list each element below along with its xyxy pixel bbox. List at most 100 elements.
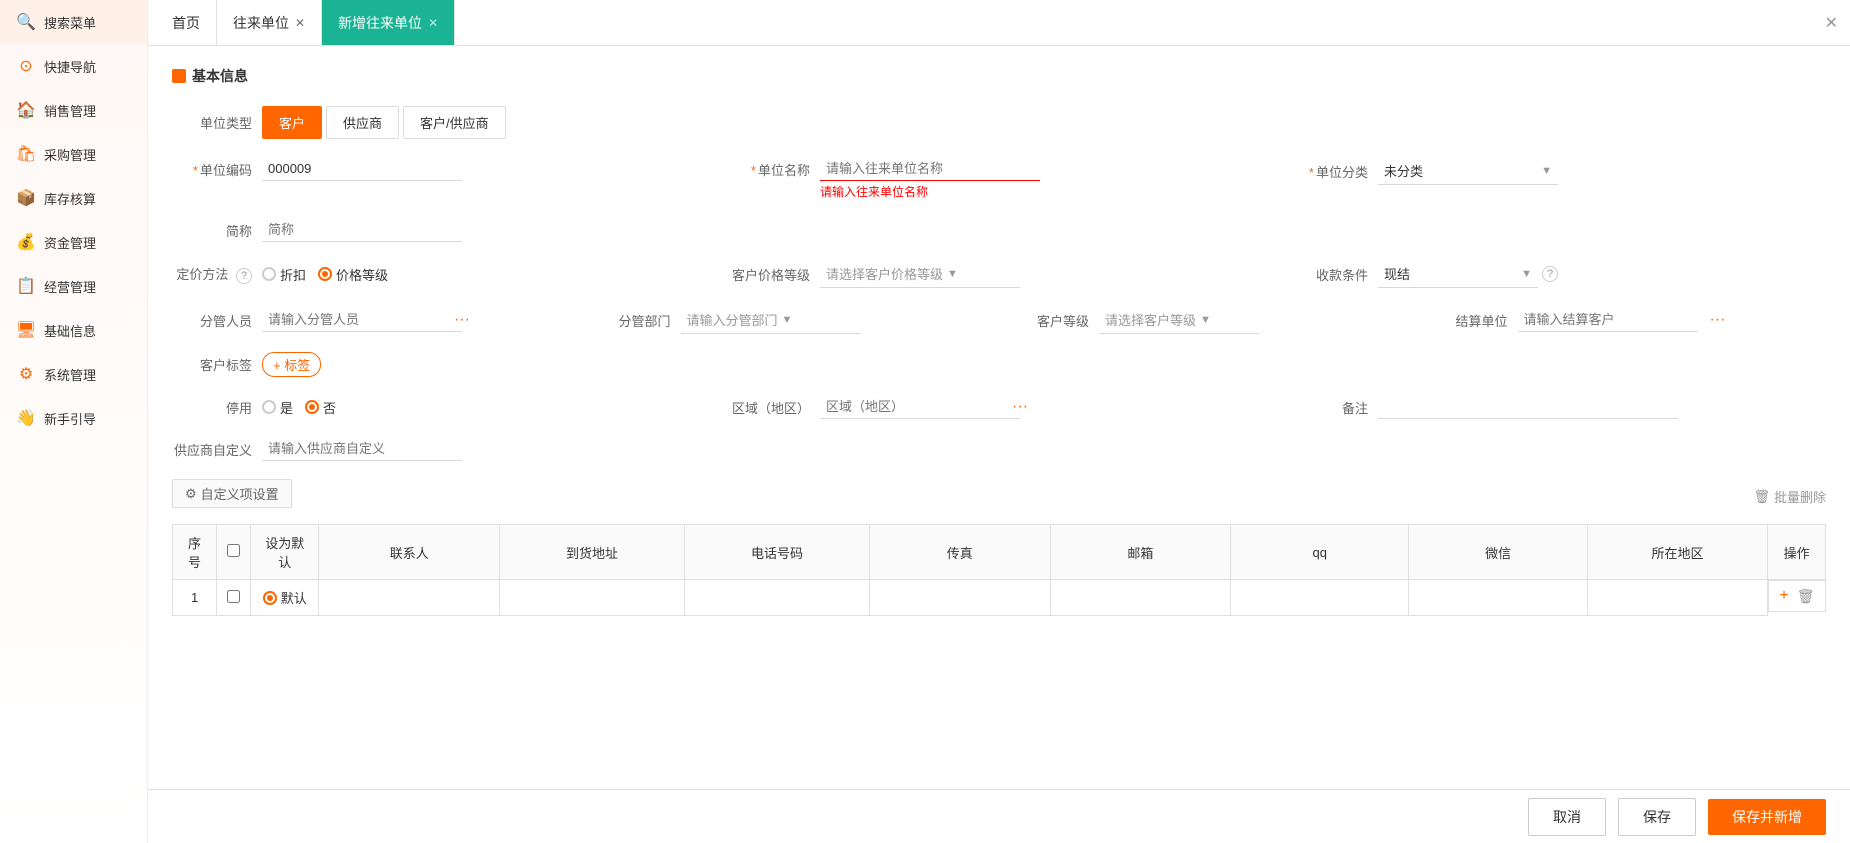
sidebar-item-system[interactable]: ⚙ 系统管理 bbox=[0, 352, 147, 396]
phone-input[interactable] bbox=[695, 586, 859, 609]
region-extra-btn[interactable]: ··· bbox=[1008, 398, 1032, 416]
abbr-label: 简称 bbox=[172, 221, 262, 240]
row-checkbox-cell bbox=[217, 580, 251, 616]
unit-type-customer-btn[interactable]: 客户 bbox=[262, 106, 322, 139]
row-default-radio-circle bbox=[263, 591, 277, 605]
sidebar-item-search[interactable]: 🔍 搜索菜单 bbox=[0, 0, 147, 44]
inventory-icon: 📦 bbox=[16, 188, 36, 208]
pricing-discount-radio-circle bbox=[262, 267, 276, 281]
sidebar-item-basic-info[interactable]: 🖥 基础信息 bbox=[0, 308, 147, 352]
pricing-discount-radio[interactable]: 折扣 bbox=[262, 265, 306, 284]
unit-type-label: 单位类型 bbox=[172, 113, 262, 132]
code-name-category-row: *单位编码 *单位名称 请输入往来单位名称 *单位分类 未分类 ▼ bbox=[172, 157, 1826, 200]
window-close-button[interactable]: ✕ bbox=[1825, 13, 1838, 33]
unit-type-btn-group: 客户 供应商 客户/供应商 bbox=[262, 106, 506, 139]
operations-icon: 📋 bbox=[16, 276, 36, 296]
settlement-extra-btn[interactable]: ··· bbox=[1706, 311, 1730, 329]
custom-settings-button[interactable]: ⚙ 自定义项设置 bbox=[172, 479, 292, 508]
tab-partners[interactable]: 往来单位 ✕ bbox=[217, 0, 322, 45]
wechat-input[interactable] bbox=[1419, 586, 1576, 609]
tab-new-partner-close[interactable]: ✕ bbox=[428, 16, 438, 30]
customer-level-arrow-icon: ▼ bbox=[1200, 314, 1211, 326]
purchase-icon: 🛍 bbox=[16, 144, 36, 164]
col-wechat: 微信 bbox=[1409, 525, 1587, 580]
col-email: 邮箱 bbox=[1050, 525, 1231, 580]
sidebar-item-operations[interactable]: 📋 经营管理 bbox=[0, 264, 147, 308]
customer-price-level-label: 客户价格等级 bbox=[730, 265, 820, 284]
sidebar-item-quick-nav[interactable]: ⊙ 快捷导航 bbox=[0, 44, 147, 88]
unit-name-input[interactable] bbox=[820, 157, 1040, 181]
col-checkbox bbox=[217, 525, 251, 580]
pricing-level-radio[interactable]: 价格等级 bbox=[318, 265, 388, 284]
save-button[interactable]: 保存 bbox=[1618, 798, 1696, 836]
sales-icon: 🏠 bbox=[16, 100, 36, 120]
region-input[interactable] bbox=[820, 395, 1008, 418]
disable-no-radio[interactable]: 否 bbox=[305, 398, 336, 417]
sidebar-item-inventory[interactable]: 📦 库存核算 bbox=[0, 176, 147, 220]
save-new-button[interactable]: 保存并新增 bbox=[1708, 799, 1826, 835]
sidebar-item-purchase[interactable]: 🛍 采购管理 bbox=[0, 132, 147, 176]
contact-input[interactable] bbox=[329, 586, 489, 609]
pricing-help-icon[interactable]: ? bbox=[236, 268, 252, 284]
col-address: 到货地址 bbox=[500, 525, 685, 580]
dept-select[interactable]: 请输入分管部门 ▼ bbox=[681, 306, 861, 334]
payment-terms-select[interactable]: 现结 ▼ bbox=[1378, 260, 1538, 288]
row-contact-cell bbox=[319, 580, 500, 616]
disable-radio-group: 是 否 bbox=[262, 398, 336, 417]
system-icon: ⚙ bbox=[16, 364, 36, 384]
disable-yes-radio[interactable]: 是 bbox=[262, 398, 293, 417]
abbr-input[interactable] bbox=[262, 218, 462, 242]
row-email-cell bbox=[1050, 580, 1231, 616]
settlement-unit-input[interactable] bbox=[1518, 308, 1706, 331]
row-delete-btn[interactable]: 🗑 bbox=[1797, 588, 1815, 605]
remark-input[interactable] bbox=[1378, 395, 1678, 419]
col-qq: qq bbox=[1231, 525, 1409, 580]
pricing-row: 定价方法 ? 折扣 价格等级 客户价格等级 bbox=[172, 260, 1826, 288]
row-checkbox[interactable] bbox=[227, 590, 240, 603]
customer-level-select[interactable]: 请选择客户等级 ▼ bbox=[1099, 306, 1259, 334]
manager-input[interactable] bbox=[262, 308, 450, 331]
fax-input[interactable] bbox=[880, 586, 1040, 609]
batch-delete-icon: 🗑 bbox=[1753, 489, 1770, 505]
payment-terms-label: 收款条件 bbox=[1288, 265, 1378, 284]
quick-nav-icon: ⊙ bbox=[16, 56, 36, 76]
manager-extra-btn[interactable]: ··· bbox=[450, 311, 474, 329]
sidebar-item-guide[interactable]: 👋 新手引导 bbox=[0, 396, 147, 440]
supplier-custom-row: 供应商自定义 bbox=[172, 437, 1826, 461]
sidebar-item-finance[interactable]: 💰 资金管理 bbox=[0, 220, 147, 264]
manager-dept-row: 分管人员 ··· 分管部门 请输入分管部门 ▼ 客户等级 请选择客户等级 bbox=[172, 306, 1826, 334]
customer-price-level-select[interactable]: 请选择客户价格等级 ▼ bbox=[820, 260, 1020, 288]
payment-help-icon[interactable]: ? bbox=[1542, 266, 1558, 282]
unit-category-select[interactable]: 未分类 ▼ bbox=[1378, 157, 1558, 185]
row-wechat-cell bbox=[1409, 580, 1587, 616]
dept-arrow-icon: ▼ bbox=[782, 314, 793, 326]
cancel-button[interactable]: 取消 bbox=[1528, 798, 1606, 836]
sidebar-item-sales[interactable]: 🏠 销售管理 bbox=[0, 88, 147, 132]
address-input[interactable] bbox=[510, 586, 674, 609]
row-add-btn[interactable]: + bbox=[1779, 587, 1788, 605]
payment-arrow-icon: ▼ bbox=[1521, 268, 1532, 280]
disable-label: 停用 bbox=[172, 398, 262, 417]
price-level-arrow-icon: ▼ bbox=[947, 268, 958, 280]
unit-type-supplier-btn[interactable]: 供应商 bbox=[326, 106, 399, 139]
col-default: 设为默认 bbox=[251, 525, 319, 580]
contacts-table: 序号 设为默认 联系人 到货地址 电话号码 传真 邮箱 qq 微信 所在地区 操… bbox=[172, 524, 1826, 616]
row-fax-cell bbox=[870, 580, 1051, 616]
tab-home[interactable]: 首页 bbox=[156, 0, 217, 45]
batch-delete-label[interactable]: 批量删除 bbox=[1774, 487, 1826, 506]
email-input[interactable] bbox=[1061, 586, 1221, 609]
tab-partners-close[interactable]: ✕ bbox=[295, 16, 305, 30]
select-all-checkbox[interactable] bbox=[227, 544, 240, 557]
supplier-custom-input[interactable] bbox=[262, 437, 462, 461]
qq-input[interactable] bbox=[1241, 586, 1398, 609]
unit-type-both-btn[interactable]: 客户/供应商 bbox=[403, 106, 506, 139]
disable-no-circle bbox=[305, 400, 319, 414]
unit-code-input[interactable] bbox=[262, 157, 462, 181]
batch-delete-section: 🗑 批量删除 bbox=[1753, 487, 1826, 506]
add-tag-button[interactable]: + 标签 bbox=[262, 352, 321, 377]
col-fax: 传真 bbox=[870, 525, 1051, 580]
tab-new-partner[interactable]: 新增往来单位 ✕ bbox=[322, 0, 455, 45]
pricing-method-label: 定价方法 ? bbox=[172, 264, 262, 284]
row-default-radio[interactable]: 默认 bbox=[261, 588, 308, 607]
row-region-input[interactable] bbox=[1598, 586, 1758, 609]
